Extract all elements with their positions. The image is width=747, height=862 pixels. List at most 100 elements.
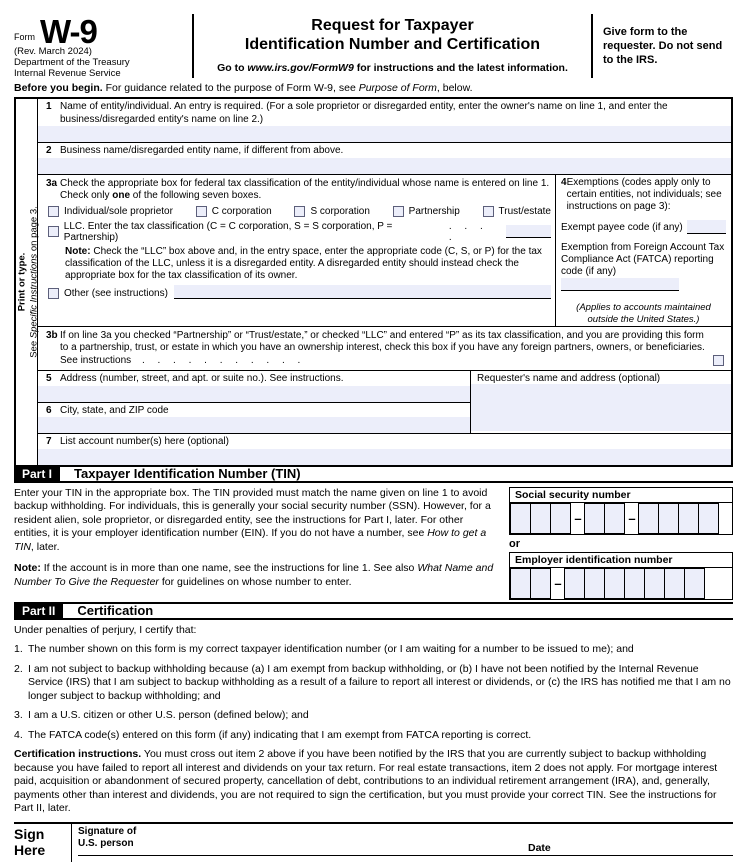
part-1-instructions: Enter your TIN in the appropriate box. T…	[14, 487, 509, 600]
classification-c-corp[interactable]: C corporation	[195, 205, 272, 217]
classification-label-3: Partnership	[408, 205, 460, 217]
line-6-city-state-zip-input[interactable]	[38, 417, 470, 433]
w9-form-page: Form W-9 (Rev. March 2024) Department of…	[0, 0, 747, 862]
give-form-notice: Give form to the requester. Do not send …	[603, 26, 723, 66]
other-classification-input[interactable]	[173, 284, 551, 299]
ssn-digit-9[interactable]	[698, 502, 719, 534]
part-2-header: Part II Certification	[14, 601, 733, 620]
form-title-line-1: Request for Taxpayer	[311, 17, 474, 34]
ssn-digit-2[interactable]	[530, 502, 551, 534]
classification-trust-estate[interactable]: Trust/estate	[482, 205, 551, 217]
line-1-label: Name of entity/individual. An entry is r…	[60, 101, 668, 125]
checkbox-foreign-partners-icon[interactable]	[713, 355, 724, 366]
line-1-name-input[interactable]	[38, 126, 731, 142]
line-3b-number: 3b	[46, 329, 58, 341]
part-1-para-text-b: , later.	[30, 540, 60, 553]
llc-classification-input[interactable]	[506, 225, 552, 238]
llc-note-text: Check the “LLC” box above and, in the en…	[65, 245, 542, 281]
checkbox-other-icon[interactable]	[48, 287, 59, 299]
line-3a-bold: one	[112, 190, 131, 201]
ssn-digit-3[interactable]	[550, 502, 571, 534]
ein-box: Employer identification number –	[509, 551, 733, 600]
certification-item-3: 3. I am a U.S. citizen or other U.S. per…	[14, 709, 733, 723]
ssn-digit-8[interactable]	[678, 502, 699, 534]
requester-name-address-input[interactable]	[471, 384, 731, 431]
line-7-label: List account number(s) here (optional)	[60, 436, 229, 447]
checkbox-individual-icon[interactable]	[48, 205, 59, 217]
line-3b-row: 3b If on line 3a you checked “Partnershi…	[38, 327, 731, 371]
form-revision: (Rev. March 2024)	[14, 46, 92, 57]
line-7-account-numbers-input[interactable]	[38, 448, 731, 465]
line-6-row: 6 City, state, and ZIP code	[38, 403, 470, 433]
ein-digit-3[interactable]	[564, 567, 585, 599]
ein-digit-2[interactable]	[530, 567, 551, 599]
llc-note: Note: Check the “LLC” box above and, in …	[38, 243, 555, 282]
signature-input[interactable]	[78, 854, 733, 856]
form-body: Print or type. See Specific Instructions…	[14, 99, 733, 465]
ein-digit-8[interactable]	[664, 567, 685, 599]
line-3a-number: 3a	[46, 177, 58, 189]
exempt-payee-code-input[interactable]	[686, 219, 726, 234]
ein-digit-1[interactable]	[510, 567, 531, 599]
checkbox-s-corp-icon[interactable]	[294, 205, 306, 217]
before-you-begin-text-2: , below.	[436, 82, 473, 94]
sign-here-block: Sign Here Signature of U.S. person Date	[14, 821, 733, 862]
ein-digit-4[interactable]	[584, 567, 605, 599]
dept-line-2: Internal Revenue Service	[14, 68, 121, 79]
classification-individual[interactable]: Individual/sole proprietor	[48, 205, 173, 217]
checkbox-partnership-icon[interactable]	[392, 205, 404, 217]
sign-here-tag: Sign Here	[14, 823, 72, 862]
line-2-business-name-input[interactable]	[38, 157, 731, 174]
line-5-number: 5	[46, 373, 52, 384]
checkbox-llc-icon[interactable]	[48, 226, 59, 237]
fatca-code-input[interactable]	[561, 277, 679, 291]
purpose-of-form-ref: Purpose of Form	[358, 82, 437, 94]
part-1-header: Part I Taxpayer Identification Number (T…	[14, 464, 733, 483]
ein-digit-5[interactable]	[604, 567, 625, 599]
ein-cells[interactable]: –	[510, 567, 732, 599]
line-3a-label: Check the appropriate box for federal ta…	[60, 178, 551, 203]
certification-instructions: Certification instructions. You must cro…	[14, 748, 733, 816]
ein-digit-6[interactable]	[624, 567, 645, 599]
checkbox-trust-estate-icon[interactable]	[482, 205, 494, 217]
exempt-payee-label: Exempt payee code (if any)	[561, 221, 683, 233]
date-label: Date	[528, 841, 551, 854]
part-2-tag: Part II	[14, 603, 64, 618]
goto-url[interactable]: www.irs.gov/FormW9	[247, 62, 353, 74]
part-1-para-text-a: Enter your TIN in the appropriate box. T…	[14, 486, 491, 540]
ssn-digit-5[interactable]	[604, 502, 625, 534]
signature-label-line-2: U.S. person	[78, 837, 134, 849]
ssn-digit-7[interactable]	[658, 502, 679, 534]
certification-intro: Under penalties of perjury, I certify th…	[14, 623, 197, 636]
ein-label: Employer identification number	[510, 553, 732, 568]
line-7-number: 7	[46, 436, 52, 447]
ssn-digit-4[interactable]	[584, 502, 605, 534]
or-separator: or	[509, 537, 520, 550]
goto-prefix: Go to	[217, 62, 248, 74]
ein-digit-9[interactable]	[684, 567, 705, 599]
form-title-line-2: Identification Number and Certification	[244, 36, 541, 53]
ssn-cells[interactable]: – –	[510, 502, 732, 534]
cert-item-4-text: The FATCA code(s) entered on this form (…	[28, 728, 532, 741]
tin-entry-block: Social security number – – or Employer i…	[509, 486, 733, 600]
line-5-address-input[interactable]	[38, 385, 470, 402]
line-6-label: City, state, and ZIP code	[60, 404, 169, 416]
sidebar-print-or-type: Print or type.	[16, 252, 27, 312]
ssn-digit-6[interactable]	[638, 502, 659, 534]
classification-partnership[interactable]: Partnership	[392, 205, 460, 217]
sign-here-line-2: Here	[14, 841, 46, 858]
ssn-dash-1: –	[574, 510, 582, 526]
ein-digit-7[interactable]	[644, 567, 665, 599]
classification-s-corp[interactable]: S corporation	[294, 205, 370, 217]
form-number: W-9	[40, 13, 98, 50]
cert-item-3-number: 3.	[14, 709, 23, 721]
form-label: Form	[14, 32, 35, 42]
line-3b-leader-dots: . . . . . . . . . . .	[141, 354, 306, 366]
ssn-digit-1[interactable]	[510, 502, 531, 534]
fatca-label: Exemption from Foreign Account Tax Compl…	[561, 241, 725, 277]
sidebar-text-post: on page 3.	[28, 205, 39, 254]
certification-item-4: 4. The FATCA code(s) entered on this for…	[14, 729, 733, 743]
checkbox-c-corp-icon[interactable]	[195, 205, 207, 217]
header-title-block: Request for Taxpayer Identification Numb…	[194, 14, 593, 78]
requester-label: Requester's name and address (optional)	[477, 373, 661, 384]
